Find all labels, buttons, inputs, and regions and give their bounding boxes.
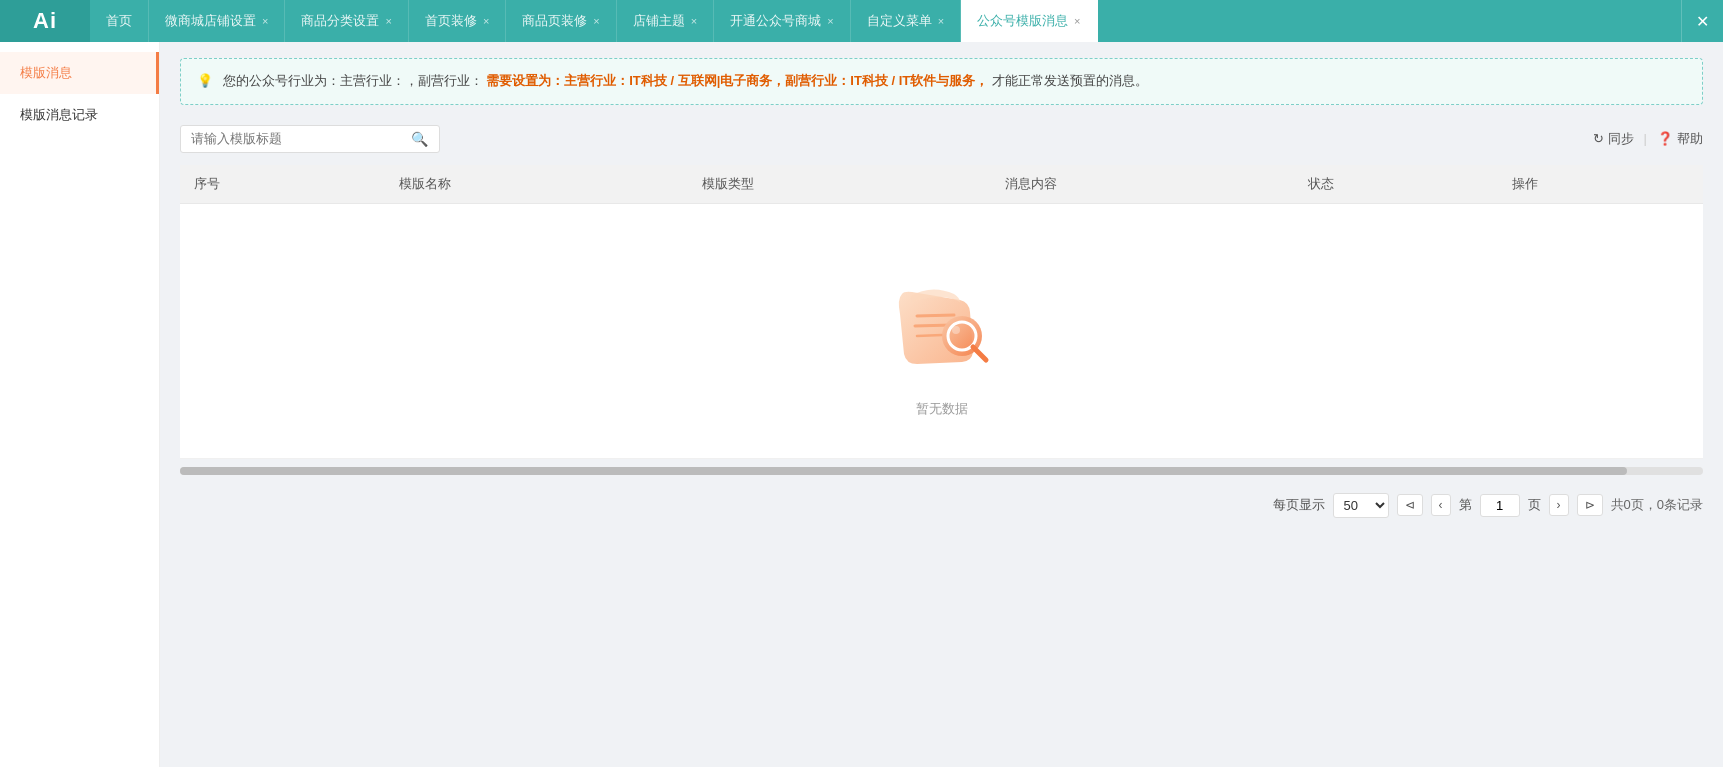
table-header: 模版名称 bbox=[385, 165, 688, 204]
empty-text: 暂无数据 bbox=[916, 400, 968, 418]
sidebar-item[interactable]: 模版消息 bbox=[0, 52, 159, 94]
page-unit: 页 bbox=[1528, 496, 1541, 514]
first-page-button[interactable]: ⊲ bbox=[1397, 494, 1423, 516]
data-table: 序号模版名称模版类型消息内容状态操作 bbox=[180, 165, 1703, 459]
nav-tab[interactable]: 公众号模版消息× bbox=[961, 0, 1097, 42]
nav-tab[interactable]: 首页装修× bbox=[409, 0, 506, 42]
app-logo: Ai bbox=[0, 0, 90, 42]
divider: | bbox=[1644, 131, 1647, 146]
nav-tab[interactable]: 自定义菜单× bbox=[851, 0, 961, 42]
help-button[interactable]: ❓ 帮助 bbox=[1657, 130, 1703, 148]
sidebar: 模版消息模版消息记录 bbox=[0, 42, 160, 767]
nav-tab[interactable]: 店铺主题× bbox=[617, 0, 714, 42]
svg-line-0 bbox=[917, 315, 954, 316]
svg-line-5 bbox=[973, 347, 986, 360]
sync-icon: ↻ bbox=[1593, 131, 1604, 146]
nav-tab[interactable]: 微商城店铺设置× bbox=[149, 0, 285, 42]
tab-close-button[interactable]: × bbox=[938, 15, 944, 27]
top-nav: Ai 首页微商城店铺设置×商品分类设置×首页装修×商品页装修×店铺主题×开通公众… bbox=[0, 0, 1723, 42]
content-area: 💡 您的公众号行业为：主营行业：，副营行业： 需要设置为：主营行业：IT科技 /… bbox=[160, 42, 1723, 767]
help-icon: ❓ bbox=[1657, 131, 1673, 146]
sidebar-item[interactable]: 模版消息记录 bbox=[0, 94, 159, 136]
search-area: 🔍 bbox=[180, 125, 440, 153]
table-header: 模版类型 bbox=[688, 165, 991, 204]
page-size-label: 每页显示 bbox=[1273, 496, 1325, 514]
last-page-button[interactable]: ⊳ bbox=[1577, 494, 1603, 516]
search-input[interactable] bbox=[191, 131, 411, 146]
page-input[interactable] bbox=[1480, 494, 1520, 517]
tab-close-button[interactable]: × bbox=[593, 15, 599, 27]
notice-suffix: 才能正常发送预置的消息。 bbox=[992, 73, 1148, 88]
notice-box: 💡 您的公众号行业为：主营行业：，副营行业： 需要设置为：主营行业：IT科技 /… bbox=[180, 58, 1703, 105]
total-info: 共0页，0条记录 bbox=[1611, 496, 1703, 514]
help-label: 帮助 bbox=[1677, 130, 1703, 148]
svg-point-6 bbox=[952, 326, 960, 334]
svg-line-2 bbox=[917, 335, 942, 336]
notice-prefix: 您的公众号行业为：主营行业：，副营行业： bbox=[223, 73, 483, 88]
nav-tab[interactable]: 首页 bbox=[90, 0, 149, 42]
toolbar: 🔍 ↻ 同步 | ❓ 帮助 bbox=[180, 125, 1703, 153]
table-header: 操作 bbox=[1498, 165, 1703, 204]
page-size-select[interactable]: 50 20 100 bbox=[1333, 493, 1389, 518]
search-icon[interactable]: 🔍 bbox=[411, 131, 428, 147]
prev-page-button[interactable]: ‹ bbox=[1431, 494, 1451, 516]
nav-tab[interactable]: 商品页装修× bbox=[506, 0, 616, 42]
tab-close-button[interactable]: × bbox=[483, 15, 489, 27]
scrollbar-track[interactable] bbox=[180, 467, 1703, 475]
table-header: 消息内容 bbox=[991, 165, 1294, 204]
empty-illustration bbox=[882, 264, 1002, 384]
sync-label: 同步 bbox=[1608, 130, 1634, 148]
tab-close-button[interactable]: × bbox=[262, 15, 268, 27]
tab-close-button[interactable]: × bbox=[1074, 15, 1080, 27]
table-header: 序号 bbox=[180, 165, 385, 204]
main-layout: 模版消息模版消息记录 💡 您的公众号行业为：主营行业：，副营行业： 需要设置为：… bbox=[0, 42, 1723, 767]
nav-tabs: 首页微商城店铺设置×商品分类设置×首页装修×商品页装修×店铺主题×开通公众号商城… bbox=[90, 0, 1681, 42]
bulb-icon: 💡 bbox=[197, 73, 213, 88]
table-header: 状态 bbox=[1294, 165, 1499, 204]
close-all-button[interactable]: ✕ bbox=[1681, 0, 1723, 42]
scrollbar-thumb[interactable] bbox=[180, 467, 1627, 475]
tab-close-button[interactable]: × bbox=[827, 15, 833, 27]
next-page-button[interactable]: › bbox=[1549, 494, 1569, 516]
pagination: 每页显示 50 20 100 ⊲ ‹ 第 页 › ⊳ 共0页，0条记录 bbox=[180, 483, 1703, 522]
tab-close-button[interactable]: × bbox=[691, 15, 697, 27]
nav-tab[interactable]: 开通公众号商城× bbox=[714, 0, 850, 42]
page-label: 第 bbox=[1459, 496, 1472, 514]
sync-button[interactable]: ↻ 同步 bbox=[1593, 130, 1634, 148]
empty-state: 暂无数据 bbox=[180, 204, 1703, 458]
toolbar-right: ↻ 同步 | ❓ 帮助 bbox=[1593, 130, 1703, 148]
logo-text: Ai bbox=[33, 8, 57, 34]
nav-tab[interactable]: 商品分类设置× bbox=[285, 0, 408, 42]
notice-highlight: 需要设置为：主营行业：IT科技 / 互联网|电子商务，副营行业：IT科技 / I… bbox=[486, 73, 988, 88]
tab-close-button[interactable]: × bbox=[385, 15, 391, 27]
